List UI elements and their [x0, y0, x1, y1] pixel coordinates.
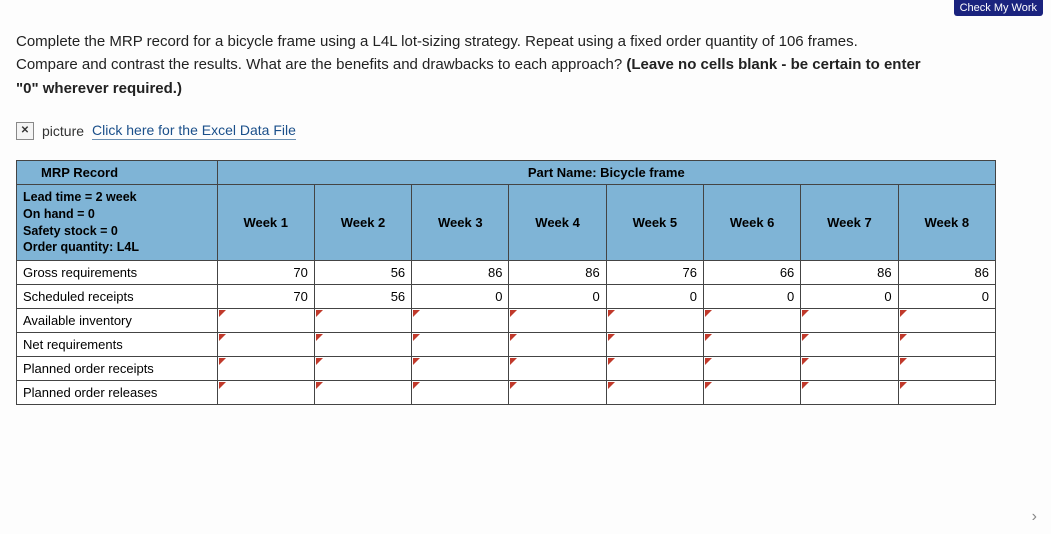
porcpt-w1[interactable]	[217, 357, 314, 381]
row-label-porel: Planned order releases	[17, 381, 218, 405]
porel-w5[interactable]	[606, 381, 703, 405]
avail-w5[interactable]	[606, 309, 703, 333]
netreq-w7[interactable]	[801, 333, 898, 357]
param-order-qty: Order quantity: L4L	[23, 239, 211, 256]
avail-w1[interactable]	[217, 309, 314, 333]
porel-w8[interactable]	[898, 381, 995, 405]
picture-label: picture	[42, 123, 84, 139]
col-week-1: Week 1	[217, 184, 314, 261]
sched-w8: 0	[898, 285, 995, 309]
prompt-bold-1: (Leave no cells blank - be certain to en…	[626, 56, 920, 73]
part-name-header: Part Name: Bicycle frame	[217, 160, 995, 184]
row-label-gross: Gross requirements	[17, 261, 218, 285]
sched-w6: 0	[704, 285, 801, 309]
gross-w3: 86	[412, 261, 509, 285]
col-week-8: Week 8	[898, 184, 995, 261]
col-week-4: Week 4	[509, 184, 606, 261]
sched-w1: 70	[217, 285, 314, 309]
parameters-cell: Lead time = 2 week On hand = 0 Safety st…	[17, 184, 218, 261]
mrp-record-title: MRP Record	[17, 160, 218, 184]
netreq-w6[interactable]	[704, 333, 801, 357]
table-row-porcpt: Planned order receipts	[17, 357, 996, 381]
col-week-2: Week 2	[314, 184, 411, 261]
netreq-w2[interactable]	[314, 333, 411, 357]
row-label-sched: Scheduled receipts	[17, 285, 218, 309]
porel-w4[interactable]	[509, 381, 606, 405]
porcpt-w8[interactable]	[898, 357, 995, 381]
netreq-w1[interactable]	[217, 333, 314, 357]
col-week-7: Week 7	[801, 184, 898, 261]
porel-w3[interactable]	[412, 381, 509, 405]
netreq-w4[interactable]	[509, 333, 606, 357]
page-content: Complete the MRP record for a bicycle fr…	[0, 0, 1051, 421]
param-safety: Safety stock = 0	[23, 223, 211, 240]
sched-w5: 0	[606, 285, 703, 309]
porel-w6[interactable]	[704, 381, 801, 405]
sched-w7: 0	[801, 285, 898, 309]
netreq-w8[interactable]	[898, 333, 995, 357]
table-row-porel: Planned order releases	[17, 381, 996, 405]
porcpt-w7[interactable]	[801, 357, 898, 381]
row-label-avail: Available inventory	[17, 309, 218, 333]
avail-w3[interactable]	[412, 309, 509, 333]
gross-w6: 66	[704, 261, 801, 285]
col-week-6: Week 6	[704, 184, 801, 261]
avail-w6[interactable]	[704, 309, 801, 333]
mrp-table: MRP Record Part Name: Bicycle frame Lead…	[16, 160, 996, 406]
avail-w2[interactable]	[314, 309, 411, 333]
netreq-w3[interactable]	[412, 333, 509, 357]
porcpt-w3[interactable]	[412, 357, 509, 381]
table-row-available: Available inventory	[17, 309, 996, 333]
table-row-gross: Gross requirements 70 56 86 86 76 66 86 …	[17, 261, 996, 285]
sched-w3: 0	[412, 285, 509, 309]
gross-w2: 56	[314, 261, 411, 285]
picture-icon: ✕	[16, 122, 34, 140]
gross-w7: 86	[801, 261, 898, 285]
param-on-hand: On hand = 0	[23, 206, 211, 223]
row-label-porcpt: Planned order receipts	[17, 357, 218, 381]
table-row-title: MRP Record Part Name: Bicycle frame	[17, 160, 996, 184]
row-label-netreq: Net requirements	[17, 333, 218, 357]
table-row-scheduled: Scheduled receipts 70 56 0 0 0 0 0 0	[17, 285, 996, 309]
gross-w5: 76	[606, 261, 703, 285]
gross-w8: 86	[898, 261, 995, 285]
porcpt-w4[interactable]	[509, 357, 606, 381]
table-row-netreq: Net requirements	[17, 333, 996, 357]
prompt-text-2: Compare and contrast the results. What a…	[16, 56, 626, 73]
avail-w4[interactable]	[509, 309, 606, 333]
gross-w1: 70	[217, 261, 314, 285]
param-lead-time: Lead time = 2 week	[23, 189, 211, 206]
avail-w8[interactable]	[898, 309, 995, 333]
porcpt-w5[interactable]	[606, 357, 703, 381]
gross-w4: 86	[509, 261, 606, 285]
avail-w7[interactable]	[801, 309, 898, 333]
data-file-row: ✕ picture Click here for the Excel Data …	[16, 122, 1035, 140]
sched-w2: 56	[314, 285, 411, 309]
prompt-bold-2: "0" wherever required.)	[16, 80, 182, 97]
porel-w7[interactable]	[801, 381, 898, 405]
check-my-work-button[interactable]: Check My Work	[954, 0, 1043, 16]
porcpt-w6[interactable]	[704, 357, 801, 381]
sched-w4: 0	[509, 285, 606, 309]
table-row-params: Lead time = 2 week On hand = 0 Safety st…	[17, 184, 996, 261]
col-week-5: Week 5	[606, 184, 703, 261]
scroll-right-icon: ›	[1032, 508, 1037, 526]
excel-data-file-link[interactable]: Click here for the Excel Data File	[92, 122, 296, 140]
porel-w2[interactable]	[314, 381, 411, 405]
porcpt-w2[interactable]	[314, 357, 411, 381]
porel-w1[interactable]	[217, 381, 314, 405]
netreq-w5[interactable]	[606, 333, 703, 357]
col-week-3: Week 3	[412, 184, 509, 261]
prompt-text-1: Complete the MRP record for a bicycle fr…	[16, 33, 858, 50]
question-prompt: Complete the MRP record for a bicycle fr…	[16, 30, 1035, 100]
